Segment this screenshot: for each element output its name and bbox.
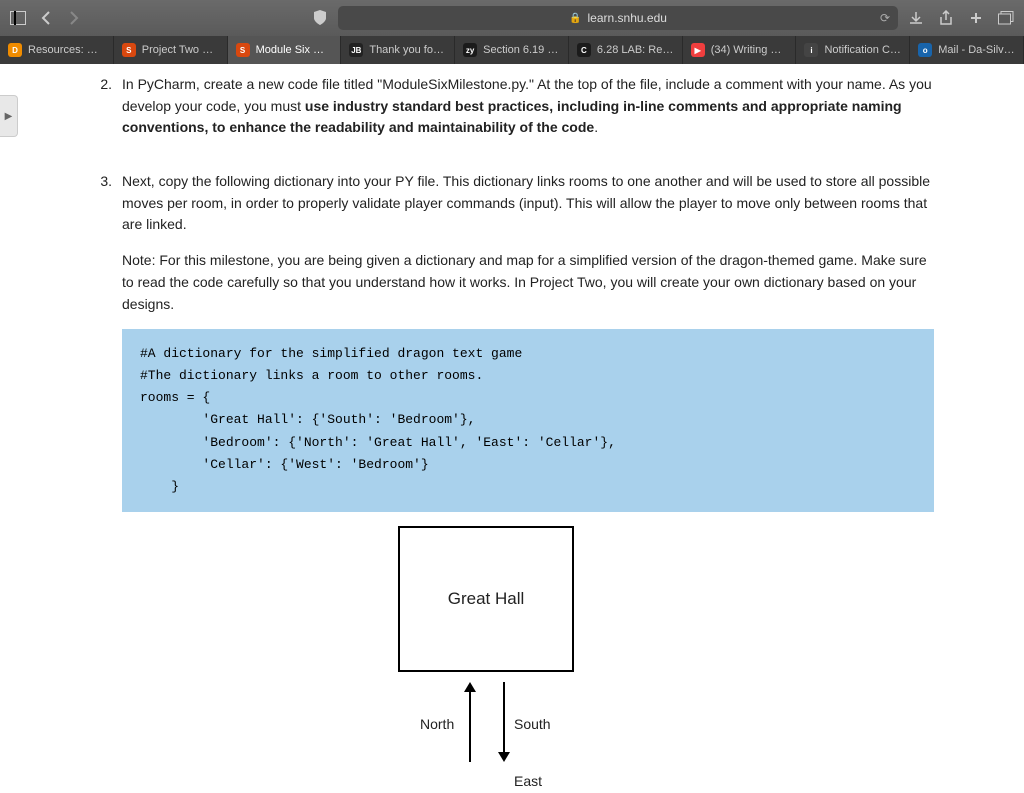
tab-label: 6.28 LAB: Repla...: [597, 44, 674, 56]
list-number: 2.: [90, 74, 112, 153]
browser-tab[interactable]: i Notification Ce...: [796, 36, 910, 64]
tabs-icon[interactable]: [996, 8, 1016, 28]
instruction-note: Note: For this milestone, you are being …: [122, 250, 934, 315]
label-north: North: [420, 714, 454, 736]
favicon: JB: [349, 43, 363, 57]
url-text: learn.snhu.edu: [588, 11, 667, 25]
favicon: C: [577, 43, 591, 57]
tab-label: Mail - Da-Silva,...: [938, 44, 1015, 56]
favicon: zy: [463, 43, 477, 57]
tab-label: Thank you for d...: [369, 44, 446, 56]
url-bar[interactable]: 🔒 learn.snhu.edu ⟳: [338, 6, 898, 30]
tab-label: Notification Ce...: [824, 44, 901, 56]
favicon: S: [122, 43, 136, 57]
room-diagram: Great Hall North South East: [122, 526, 934, 786]
lock-icon: 🔒: [569, 13, 581, 24]
browser-tab[interactable]: S Module Six Mile...: [228, 36, 342, 64]
list-number: 3.: [90, 171, 112, 786]
label-south: South: [514, 714, 551, 736]
instruction-item-3: 3. Next, copy the following dictionary i…: [90, 171, 934, 786]
sidebar-icon[interactable]: [8, 8, 28, 28]
browser-tab[interactable]: JB Thank you for d...: [341, 36, 455, 64]
new-tab-icon[interactable]: [966, 8, 986, 28]
tab-label: Module Six Mile...: [256, 44, 333, 56]
shield-icon[interactable]: [310, 8, 330, 28]
reload-icon[interactable]: ⟳: [880, 11, 890, 25]
tab-label: Resources: Dat...: [28, 44, 105, 56]
tab-label: Section 6.19 - I...: [483, 44, 560, 56]
favicon: o: [918, 43, 932, 57]
browser-tab[interactable]: ▶ (34) Writing a T...: [683, 36, 797, 64]
favicon: D: [8, 43, 22, 57]
page-content: 2. In PyCharm, create a new code file ti…: [0, 64, 1024, 786]
instruction-text: In PyCharm, create a new code file title…: [122, 74, 934, 139]
tab-label: Project Two Gui...: [142, 44, 219, 56]
room-box-great-hall: Great Hall: [398, 526, 574, 672]
instruction-text: Next, copy the following dictionary into…: [122, 171, 934, 236]
arrow-up-icon: [464, 682, 476, 762]
code-block: #A dictionary for the simplified dragon …: [122, 329, 934, 512]
side-panel-handle[interactable]: ▶: [0, 95, 18, 137]
arrow-down-icon: [498, 682, 510, 762]
favicon: i: [804, 43, 818, 57]
download-icon[interactable]: [906, 8, 926, 28]
label-east: East: [514, 771, 542, 793]
favicon: S: [236, 43, 250, 57]
tab-label: (34) Writing a T...: [711, 44, 788, 56]
browser-tab[interactable]: D Resources: Dat...: [0, 36, 114, 64]
instruction-item-2: 2. In PyCharm, create a new code file ti…: [90, 74, 934, 153]
browser-toolbar: 🔒 learn.snhu.edu ⟳: [0, 0, 1024, 36]
browser-tab[interactable]: o Mail - Da-Silva,...: [910, 36, 1024, 64]
browser-tab[interactable]: C 6.28 LAB: Repla...: [569, 36, 683, 64]
favicon: ▶: [691, 43, 705, 57]
share-icon[interactable]: [936, 8, 956, 28]
back-icon[interactable]: [36, 8, 56, 28]
browser-tab[interactable]: zy Section 6.19 - I...: [455, 36, 569, 64]
forward-icon[interactable]: [64, 8, 84, 28]
browser-tab[interactable]: S Project Two Gui...: [114, 36, 228, 64]
tab-strip: D Resources: Dat... S Project Two Gui... S Mo…: [0, 36, 1024, 64]
